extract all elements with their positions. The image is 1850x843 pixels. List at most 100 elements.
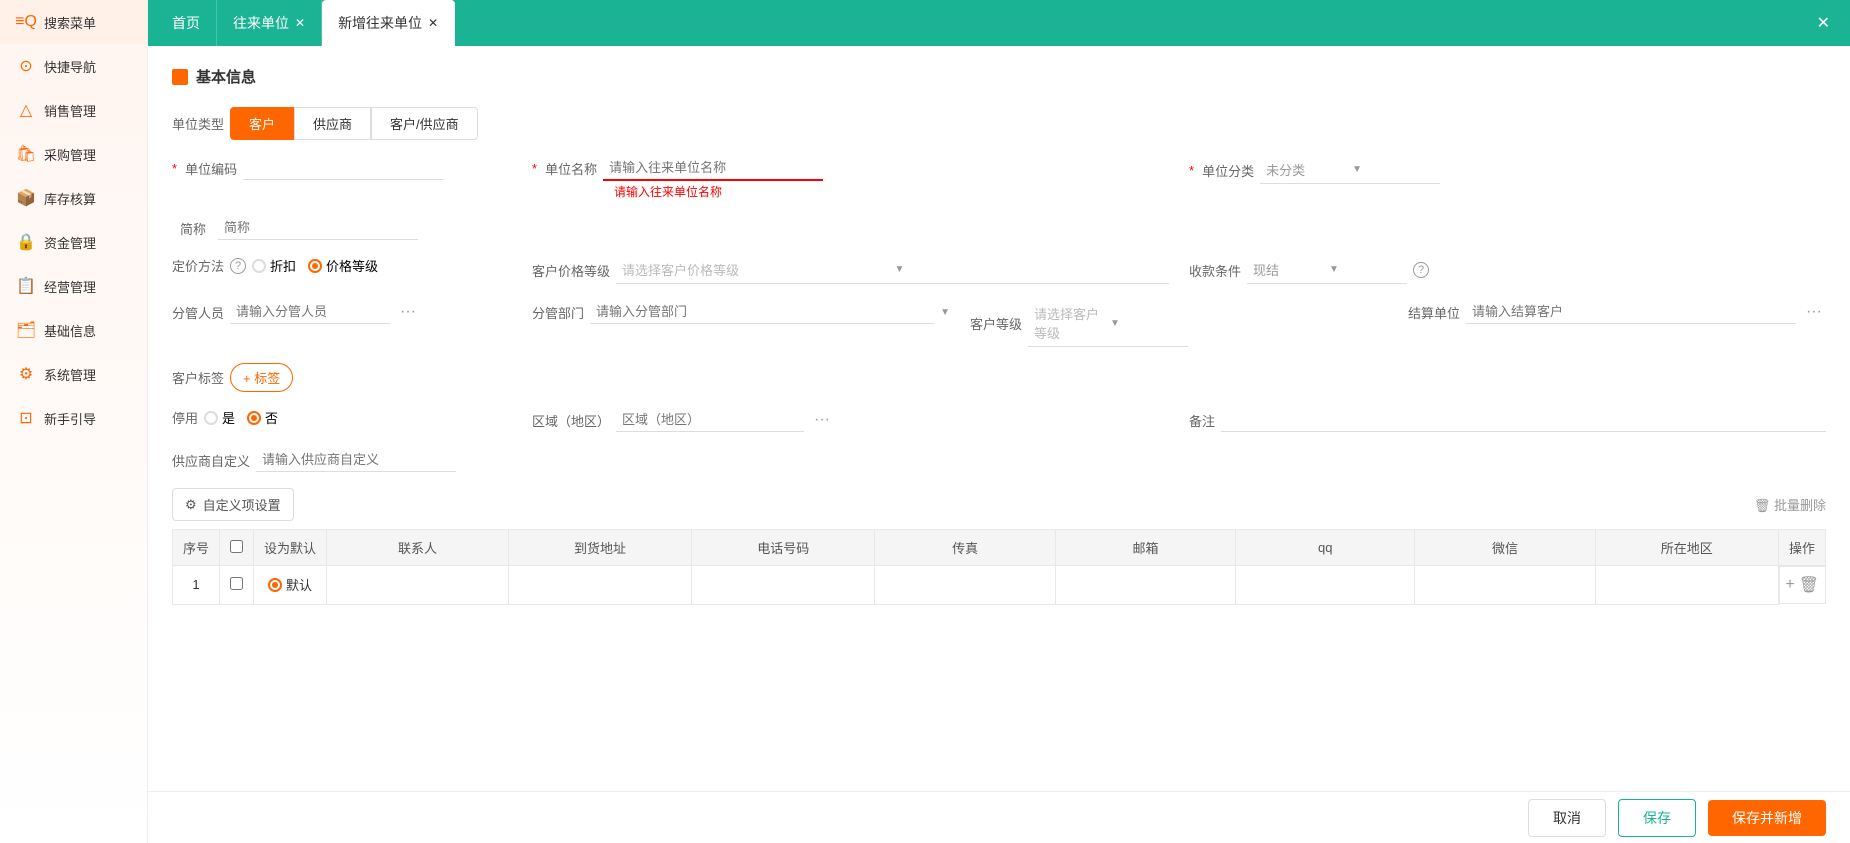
row-checkbox[interactable] bbox=[230, 577, 243, 590]
supervisor-row: 分管人员 ··· 分管部门 ▼ 客户等级 请选择客户等级 ▼ 结算单位 bbox=[172, 300, 1826, 347]
sidebar-item-guide[interactable]: ⊡ 新手引导 bbox=[0, 396, 147, 440]
unit-name-input[interactable] bbox=[603, 156, 823, 181]
email-input[interactable] bbox=[1066, 577, 1225, 592]
short-name-input[interactable] bbox=[218, 216, 418, 240]
unit-category-select[interactable]: 未分类 ▼ bbox=[1260, 156, 1440, 184]
customer-level-select[interactable]: 请选择客户等级 ▼ bbox=[1028, 300, 1188, 347]
remarks-label: 备注 bbox=[1189, 411, 1215, 430]
supervisor-more-btn[interactable]: ··· bbox=[396, 303, 420, 321]
th-fax: 传真 bbox=[875, 530, 1055, 566]
radio-discount-circle bbox=[252, 259, 266, 273]
close-all-tabs[interactable]: ✕ bbox=[1805, 13, 1842, 33]
td-phone[interactable] bbox=[692, 566, 875, 605]
guide-icon: ⊡ bbox=[16, 408, 36, 428]
sidebar-item-inventory[interactable]: 📦 库存核算 bbox=[0, 176, 147, 220]
td-fax[interactable] bbox=[875, 566, 1055, 605]
department-field: 分管部门 ▼ bbox=[532, 300, 950, 324]
remarks-input[interactable] bbox=[1221, 408, 1826, 432]
radio-disable-no[interactable]: 否 bbox=[247, 408, 278, 427]
region-table-input[interactable] bbox=[1606, 577, 1768, 592]
sidebar-item-label: 搜索菜单 bbox=[44, 13, 96, 32]
table-row: 1 默认 bbox=[173, 566, 1826, 605]
address-input[interactable] bbox=[519, 577, 681, 592]
remarks-field: 备注 bbox=[1189, 408, 1826, 432]
tab-units-close[interactable]: ✕ bbox=[295, 16, 305, 30]
td-email[interactable] bbox=[1055, 566, 1235, 605]
td-contact[interactable] bbox=[327, 566, 509, 605]
sidebar-item-quicknav[interactable]: ⊙ 快捷导航 bbox=[0, 44, 147, 88]
batch-delete-btn[interactable]: 🗑 批量删除 bbox=[1754, 495, 1826, 514]
td-wechat[interactable] bbox=[1415, 566, 1595, 605]
department-input[interactable] bbox=[590, 300, 934, 324]
sidebar-item-finance[interactable]: 🔒 资金管理 bbox=[0, 220, 147, 264]
supplier-custom-input[interactable] bbox=[256, 448, 456, 472]
settlement-unit-input[interactable] bbox=[1466, 300, 1796, 324]
unit-type-label: 单位类型 bbox=[172, 114, 224, 133]
region-more-btn[interactable]: ··· bbox=[810, 411, 834, 429]
phone-input[interactable] bbox=[702, 577, 864, 592]
add-row-btn[interactable]: + bbox=[1785, 576, 1794, 594]
department-arrow: ▼ bbox=[940, 307, 950, 318]
btn-type-both[interactable]: 客户/供应商 bbox=[371, 107, 478, 140]
sidebar-item-label: 经营管理 bbox=[44, 277, 96, 296]
qq-input[interactable] bbox=[1246, 577, 1404, 592]
radio-price-level[interactable]: 价格等级 bbox=[308, 256, 378, 275]
sidebar-item-sales[interactable]: △ 销售管理 bbox=[0, 88, 147, 132]
customer-level-label: 客户等级 bbox=[970, 314, 1022, 333]
th-default: 设为默认 bbox=[254, 530, 327, 566]
tab-new-unit-close[interactable]: ✕ bbox=[428, 16, 438, 30]
sidebar-item-system[interactable]: ⚙ 系统管理 bbox=[0, 352, 147, 396]
save-add-button[interactable]: 保存并新增 bbox=[1708, 800, 1826, 836]
help-icon-pricing[interactable]: ? bbox=[230, 258, 246, 274]
region-input[interactable] bbox=[616, 408, 804, 432]
settlement-more-btn[interactable]: ··· bbox=[1802, 303, 1826, 321]
payment-chevron-icon: ▼ bbox=[1329, 264, 1401, 275]
help-icon-payment[interactable]: ? bbox=[1413, 262, 1429, 278]
radio-default[interactable]: 默认 bbox=[264, 575, 316, 594]
sidebar-item-label: 新手引导 bbox=[44, 409, 96, 428]
delete-icon: 🗑 bbox=[1754, 498, 1771, 513]
pricing-radio-group: 折扣 价格等级 bbox=[252, 256, 378, 275]
td-qq[interactable] bbox=[1236, 566, 1415, 605]
system-icon: ⚙ bbox=[16, 364, 36, 384]
radio-disable-yes[interactable]: 是 bbox=[204, 408, 235, 427]
payment-terms-select[interactable]: 现结 ▼ bbox=[1247, 256, 1407, 284]
custom-settings-btn[interactable]: ⚙ 自定义项设置 bbox=[172, 488, 294, 521]
sidebar-item-business[interactable]: 📋 经营管理 bbox=[0, 264, 147, 308]
save-button[interactable]: 保存 bbox=[1618, 799, 1696, 837]
contacts-table-section: ⚙ 自定义项设置 🗑 批量删除 序号 设为默认 联系人 到货地址 电话 bbox=[172, 488, 1826, 605]
btn-type-supplier[interactable]: 供应商 bbox=[294, 107, 371, 140]
basicinfo-icon: 🗂 bbox=[16, 320, 36, 340]
tab-home[interactable]: 首页 bbox=[156, 0, 217, 46]
sidebar-item-purchase[interactable]: 🛍 采购管理 bbox=[0, 132, 147, 176]
tab-bar: 首页 往来单位 ✕ 新增往来单位 ✕ ✕ bbox=[148, 0, 1850, 46]
sidebar-item-basicinfo[interactable]: 🗂 基础信息 bbox=[0, 308, 147, 352]
section-title: 基本信息 bbox=[172, 66, 1826, 87]
chevron-down-icon: ▼ bbox=[1352, 164, 1434, 175]
pricing-method-label: 定价方法 bbox=[172, 256, 224, 275]
unit-code-field: * 单位编码 000009 bbox=[172, 156, 512, 180]
unit-code-input[interactable]: 000009 bbox=[243, 156, 443, 180]
cancel-button[interactable]: 取消 bbox=[1528, 799, 1606, 837]
radio-discount[interactable]: 折扣 bbox=[252, 256, 296, 275]
add-tag-btn[interactable]: + 标签 bbox=[230, 363, 293, 392]
delete-row-btn[interactable]: 🗑 bbox=[1799, 575, 1819, 595]
supervisor-input[interactable] bbox=[230, 300, 390, 324]
supplier-custom-field: 供应商自定义 bbox=[172, 448, 512, 472]
unit-code-required: * bbox=[172, 161, 177, 176]
td-region[interactable] bbox=[1595, 566, 1778, 605]
th-checkbox[interactable] bbox=[220, 530, 254, 566]
contact-input[interactable] bbox=[337, 577, 498, 592]
settlement-unit-label: 结算单位 bbox=[1408, 303, 1460, 322]
btn-type-customer[interactable]: 客户 bbox=[230, 107, 294, 140]
tab-new-unit[interactable]: 新增往来单位 ✕ bbox=[322, 0, 455, 46]
select-all-checkbox[interactable] bbox=[230, 540, 243, 553]
sidebar-item-search[interactable]: ≡Q 搜索菜单 bbox=[0, 0, 147, 44]
quick-nav-icon: ⊙ bbox=[16, 56, 36, 76]
td-address[interactable] bbox=[508, 566, 691, 605]
tab-units[interactable]: 往来单位 ✕ bbox=[217, 0, 322, 46]
wechat-input[interactable] bbox=[1425, 577, 1584, 592]
customer-price-level-select[interactable]: 请选择客户价格等级 ▼ bbox=[616, 256, 1169, 284]
td-checkbox[interactable] bbox=[220, 566, 254, 605]
fax-input[interactable] bbox=[885, 577, 1044, 592]
